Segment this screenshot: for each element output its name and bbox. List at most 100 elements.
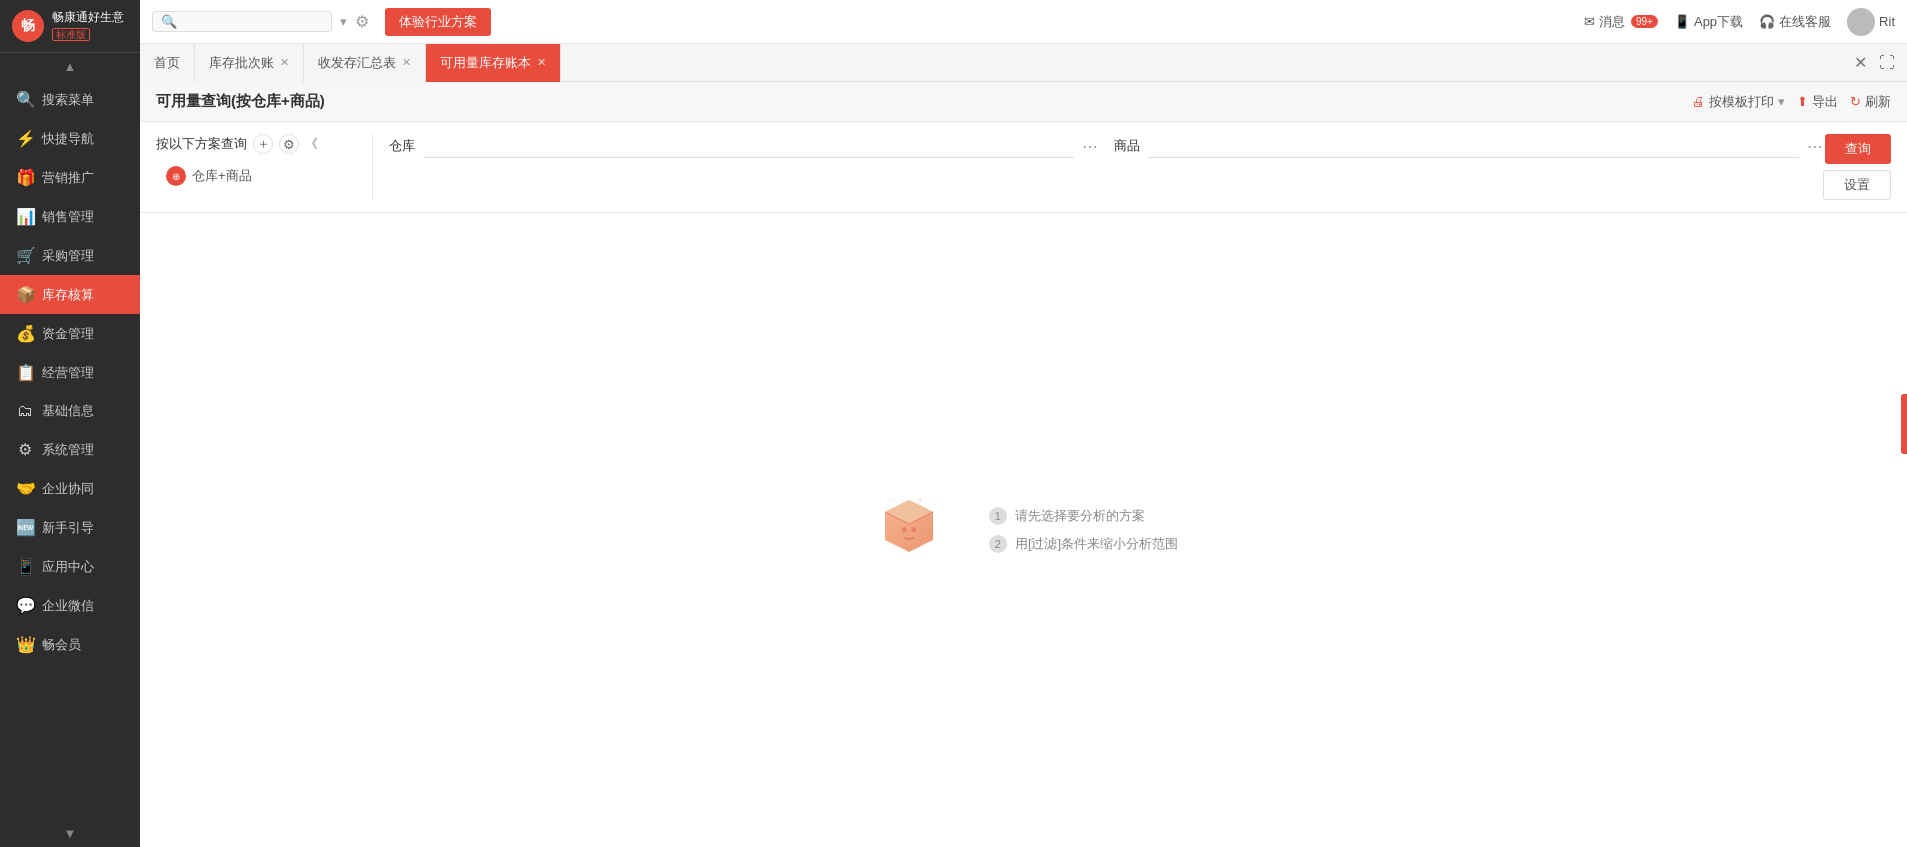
warehouse-more[interactable]: ⋯ bbox=[1082, 137, 1098, 156]
trial-button[interactable]: 体验行业方案 bbox=[385, 8, 491, 36]
phone-icon: 📱 bbox=[1674, 14, 1690, 29]
content-header: 可用量查询(按仓库+商品) 🖨 按模板打印 ▾ ⬆ 导出 ↻ 刷新 bbox=[140, 82, 1907, 122]
tab-expand-btn[interactable]: ⛶ bbox=[1875, 50, 1899, 76]
goods-field: 商品 ⋯ bbox=[1114, 134, 1823, 158]
query-button[interactable]: 查询 bbox=[1825, 134, 1891, 164]
sidebar-scroll-down[interactable]: ▼ bbox=[0, 820, 140, 847]
tab-batch-account-close[interactable]: ✕ bbox=[280, 57, 289, 68]
header-actions: 🖨 按模板打印 ▾ ⬆ 导出 ↻ 刷新 bbox=[1692, 93, 1891, 111]
sidebar-header: 畅 畅康通好生意 标准版 bbox=[0, 0, 140, 53]
sidebar-item-enterprise[interactable]: 🤝 企业协同 bbox=[0, 469, 140, 508]
empty-hints: 1 请先选择要分析的方案 2 用[过滤]条件来缩小分析范围 bbox=[989, 507, 1178, 553]
sidebar-item-label: 畅会员 bbox=[42, 636, 81, 654]
warehouse-input[interactable] bbox=[423, 134, 1074, 158]
query-actions: 查询 设置 bbox=[1823, 134, 1891, 200]
tab-home-label: 首页 bbox=[154, 54, 180, 72]
tab-home[interactable]: 首页 bbox=[140, 44, 195, 82]
sidebar-item-shortcut[interactable]: ⚡ 快捷导航 bbox=[0, 119, 140, 158]
message-icon: ✉ bbox=[1584, 14, 1595, 29]
inventory-icon: 📦 bbox=[16, 285, 34, 304]
sidebar-item-member[interactable]: 👑 畅会员 bbox=[0, 625, 140, 664]
add-scheme-btn[interactable]: ＋ bbox=[253, 134, 273, 154]
template-print-btn[interactable]: 🖨 按模板打印 ▾ bbox=[1692, 93, 1785, 111]
sidebar-item-system[interactable]: ⚙ 系统管理 bbox=[0, 430, 140, 469]
sidebar-item-label: 系统管理 bbox=[42, 441, 94, 459]
query-scheme-title: 按以下方案查询 bbox=[156, 135, 247, 153]
goods-input[interactable] bbox=[1148, 134, 1799, 158]
refresh-label: 刷新 bbox=[1865, 93, 1891, 111]
empty-hint-2: 2 用[过滤]条件来缩小分析范围 bbox=[989, 535, 1178, 553]
scheme-warehouse-goods[interactable]: ⊕ 仓库+商品 bbox=[156, 160, 356, 192]
top-bar: 🔍 ▾ ⚙ 体验行业方案 ✉ 消息 99+ 📱 App下载 🎧 在线客服 Rit bbox=[140, 0, 1907, 44]
sidebar-item-label: 资金管理 bbox=[42, 325, 94, 343]
top-bar-right: ✉ 消息 99+ 📱 App下载 🎧 在线客服 Rit bbox=[1584, 8, 1895, 36]
svg-point-5 bbox=[911, 527, 916, 532]
sidebar-item-appcenter[interactable]: 📱 应用中心 bbox=[0, 547, 140, 586]
sidebar-item-purchase[interactable]: 🛒 采购管理 bbox=[0, 236, 140, 275]
purchase-icon: 🛒 bbox=[16, 246, 34, 265]
search-box[interactable]: 🔍 bbox=[152, 11, 332, 32]
tab-available-ledger[interactable]: 可用量库存账本 ✕ bbox=[426, 44, 561, 82]
service-icon: 🎧 bbox=[1759, 14, 1775, 29]
collapse-btn[interactable]: 《 bbox=[305, 135, 318, 153]
online-service-item[interactable]: 🎧 在线客服 bbox=[1759, 13, 1831, 31]
sidebar-item-label: 采购管理 bbox=[42, 247, 94, 265]
tab-available-ledger-label: 可用量库存账本 bbox=[440, 54, 531, 72]
sidebar-item-guide[interactable]: 🆕 新手引导 bbox=[0, 508, 140, 547]
sidebar-item-finance[interactable]: 💰 资金管理 bbox=[0, 314, 140, 353]
settings-button[interactable]: 设置 bbox=[1823, 170, 1891, 200]
tab-available-ledger-close[interactable]: ✕ bbox=[537, 57, 546, 68]
empty-hint-1: 1 请先选择要分析的方案 bbox=[989, 507, 1178, 525]
sidebar-item-label: 企业协同 bbox=[42, 480, 94, 498]
marketing-icon: 🎁 bbox=[16, 168, 34, 187]
sidebar-item-sales[interactable]: 📊 销售管理 bbox=[0, 197, 140, 236]
hint-text-1: 请先选择要分析的方案 bbox=[1015, 507, 1145, 525]
right-scroll-handle[interactable] bbox=[1901, 394, 1907, 454]
message-item[interactable]: ✉ 消息 99+ bbox=[1584, 13, 1658, 31]
sidebar-item-label: 企业微信 bbox=[42, 597, 94, 615]
dropdown-icon[interactable]: ▾ bbox=[1778, 94, 1785, 109]
sidebar-nav: 🔍 搜索菜单 ⚡ 快捷导航 🎁 营销推广 📊 销售管理 🛒 采购管理 📦 库存核… bbox=[0, 80, 140, 820]
tab-inventory-summary-close[interactable]: ✕ bbox=[402, 57, 411, 68]
sidebar-item-operation[interactable]: 📋 经营管理 bbox=[0, 353, 140, 392]
sidebar-scroll-up[interactable]: ▲ bbox=[0, 53, 140, 80]
sidebar: 畅 畅康通好生意 标准版 ▲ 🔍 搜索菜单 ⚡ 快捷导航 🎁 营销推广 📊 销售… bbox=[0, 0, 140, 847]
tab-close-all-btn[interactable]: ✕ bbox=[1850, 49, 1871, 76]
app-download-item[interactable]: 📱 App下载 bbox=[1674, 13, 1743, 31]
dropdown-icon[interactable]: ▾ bbox=[340, 14, 347, 29]
goods-more[interactable]: ⋯ bbox=[1807, 137, 1823, 156]
tabs-right: ✕ ⛶ bbox=[1850, 49, 1907, 76]
avatar bbox=[1847, 8, 1875, 36]
query-fields: 仓库 ⋯ 商品 ⋯ bbox=[389, 134, 1823, 158]
manage-scheme-btn[interactable]: ⚙ bbox=[279, 134, 299, 154]
sidebar-item-inventory[interactable]: 📦 库存核算 bbox=[0, 275, 140, 314]
svg-point-4 bbox=[902, 527, 907, 532]
tab-inventory-summary[interactable]: 收发存汇总表 ✕ bbox=[304, 44, 426, 82]
export-btn[interactable]: ⬆ 导出 bbox=[1797, 93, 1838, 111]
sidebar-item-basic[interactable]: 🗂 基础信息 bbox=[0, 392, 140, 430]
sidebar-item-marketing[interactable]: 🎁 营销推广 bbox=[0, 158, 140, 197]
main-area: 🔍 ▾ ⚙ 体验行业方案 ✉ 消息 99+ 📱 App下载 🎧 在线客服 Rit bbox=[140, 0, 1907, 847]
sidebar-logo: 畅 bbox=[12, 10, 44, 42]
sidebar-item-label: 快捷导航 bbox=[42, 130, 94, 148]
query-panel: 按以下方案查询 ＋ ⚙ 《 ⊕ 仓库+商品 仓库 ⋯ bbox=[140, 122, 1907, 213]
svg-text:~: ~ bbox=[889, 496, 893, 503]
tab-inventory-summary-label: 收发存汇总表 bbox=[318, 54, 396, 72]
tab-batch-account[interactable]: 库存批次账 ✕ bbox=[195, 44, 304, 82]
user-profile[interactable]: Rit bbox=[1847, 8, 1895, 36]
basic-icon: 🗂 bbox=[16, 402, 34, 420]
sidebar-edition: 标准版 bbox=[52, 28, 90, 41]
refresh-icon: ↻ bbox=[1850, 94, 1861, 109]
goods-label: 商品 bbox=[1114, 137, 1140, 155]
operation-icon: 📋 bbox=[16, 363, 34, 382]
sidebar-item-wechat[interactable]: 💬 企业微信 bbox=[0, 586, 140, 625]
search-input[interactable] bbox=[181, 15, 311, 29]
query-schemes: 按以下方案查询 ＋ ⚙ 《 ⊕ 仓库+商品 bbox=[156, 134, 356, 192]
sidebar-item-label: 新手引导 bbox=[42, 519, 94, 537]
scheme-icon: ⊕ bbox=[166, 166, 186, 186]
export-icon: ⬆ bbox=[1797, 94, 1808, 109]
hint-number-1: 1 bbox=[989, 507, 1007, 525]
settings-icon[interactable]: ⚙ bbox=[355, 12, 369, 31]
refresh-btn[interactable]: ↻ 刷新 bbox=[1850, 93, 1891, 111]
sidebar-item-search[interactable]: 🔍 搜索菜单 bbox=[0, 80, 140, 119]
